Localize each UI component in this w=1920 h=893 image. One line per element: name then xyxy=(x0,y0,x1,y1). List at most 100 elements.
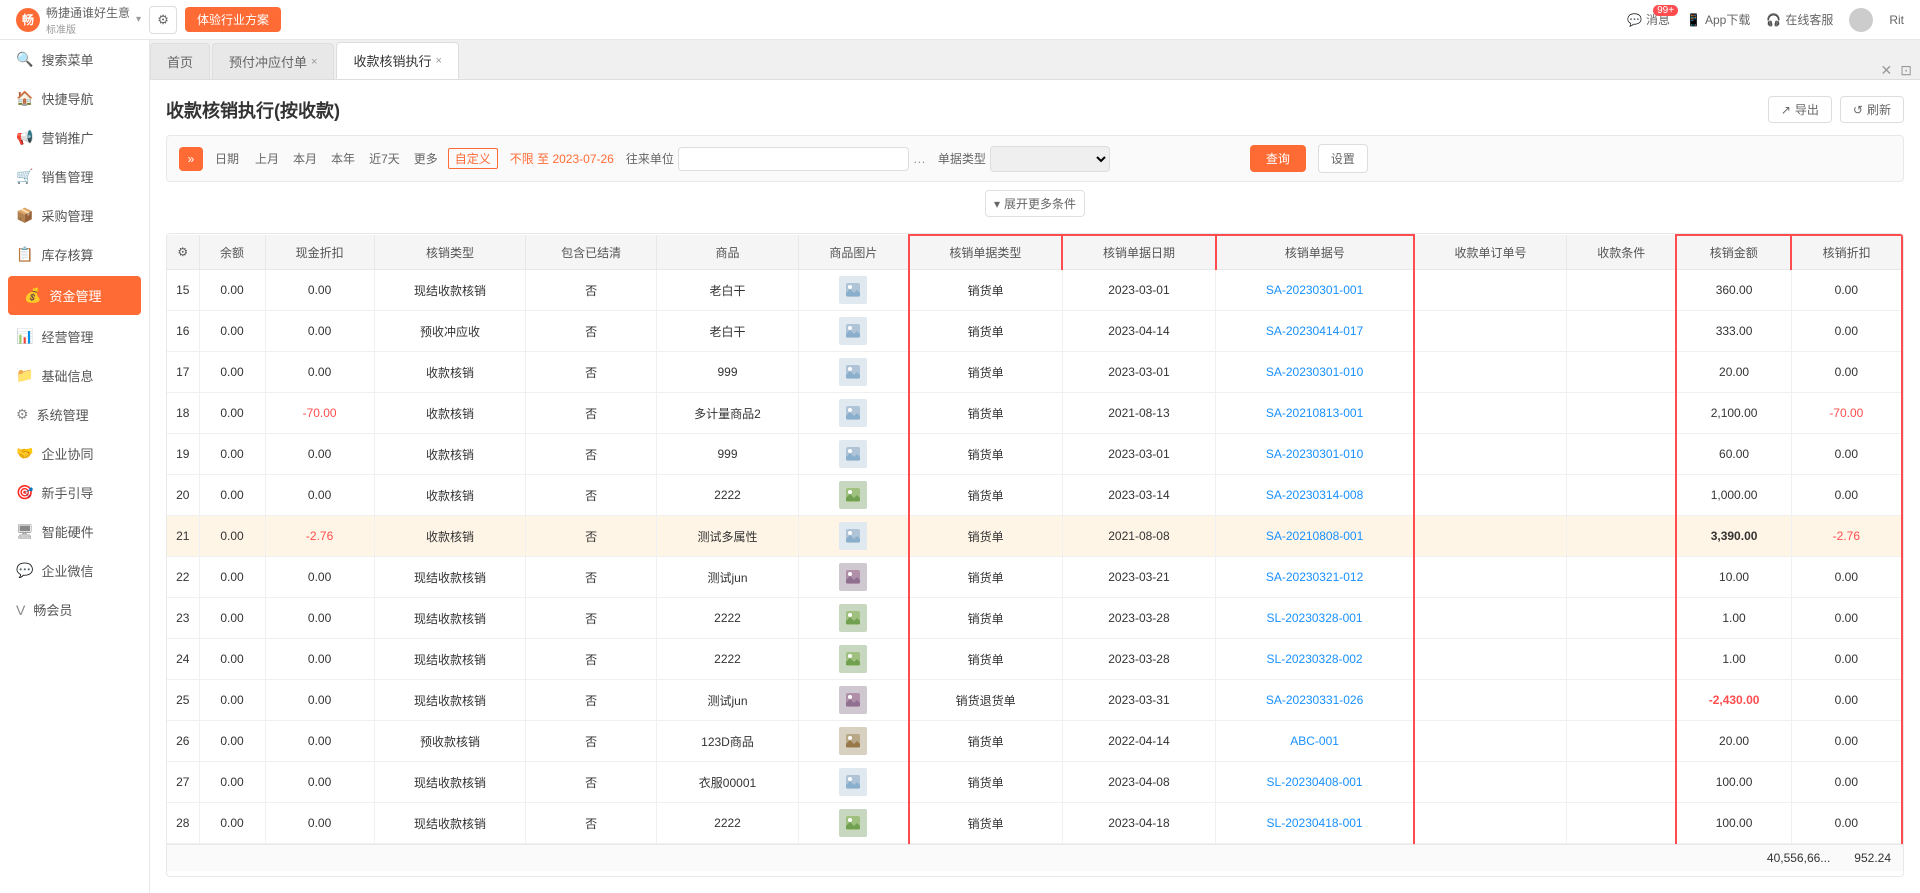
cell-bill-date: 2023-04-18 xyxy=(1062,803,1216,844)
table-row: 21 0.00 -2.76 收款核销 否 测试多属性 销货单 2021-08-0… xyxy=(167,516,1902,557)
cell-bill-no[interactable]: SA-20210813-001 xyxy=(1216,393,1414,434)
sidebar-item-finance[interactable]: 💰 资金管理 xyxy=(8,276,141,315)
cell-bill-no[interactable]: SA-20230321-012 xyxy=(1216,557,1414,598)
sidebar-item-purchase[interactable]: 📦 采购管理 xyxy=(0,196,149,235)
cell-bill-no[interactable]: SL-20230408-001 xyxy=(1216,762,1414,803)
cell-cash-discount: 0.00 xyxy=(265,352,374,393)
unit-input[interactable] xyxy=(678,147,909,171)
th-bill-no: 核销单据号 xyxy=(1216,235,1414,270)
close-window-icon[interactable]: ✕ xyxy=(1881,62,1893,79)
cell-cancel-discount: 0.00 xyxy=(1791,311,1902,352)
bill-no-link[interactable]: SL-20230328-002 xyxy=(1267,652,1363,666)
date-this-year[interactable]: 本年 xyxy=(327,148,359,169)
bill-no-link[interactable]: SA-20230301-010 xyxy=(1266,365,1363,379)
bill-no-link[interactable]: SL-20230408-001 xyxy=(1267,775,1363,789)
sidebar-item-operation[interactable]: 📊 经营管理 xyxy=(0,317,149,356)
top-bar-right: 💬 消息 99+ 📱 App下载 🎧 在线客服 Rit xyxy=(1627,8,1904,32)
bill-no-link[interactable]: SA-20230301-010 xyxy=(1266,447,1363,461)
tab-prepay[interactable]: 预付冲应付单 × xyxy=(212,43,334,79)
expand-more-button[interactable]: ▾ 展开更多条件 xyxy=(985,190,1085,217)
cell-bill-no[interactable]: SA-20230314-008 xyxy=(1216,475,1414,516)
sidebar-item-wechat[interactable]: 💬 企业微信 xyxy=(0,551,149,590)
tab-prepay-close[interactable]: × xyxy=(311,56,317,68)
cell-bill-no[interactable]: SL-20230328-002 xyxy=(1216,639,1414,680)
unit-ellipsis-button[interactable]: … xyxy=(913,151,926,166)
cell-bill-no[interactable]: SA-20230301-010 xyxy=(1216,352,1414,393)
bill-no-link[interactable]: SA-20230314-008 xyxy=(1266,488,1363,502)
wechat-icon: 💬 xyxy=(16,562,33,579)
date-custom-button[interactable]: 自定义 xyxy=(448,148,498,169)
bill-no-link[interactable]: SL-20230328-001 xyxy=(1267,611,1363,625)
cell-goods-img xyxy=(799,762,909,803)
table-row: 26 0.00 0.00 预收款核销 否 123D商品 销货单 2022-04-… xyxy=(167,721,1902,762)
bill-no-link[interactable]: ABC-001 xyxy=(1290,734,1339,748)
app-icon: 📱 xyxy=(1686,13,1701,27)
sidebar-item-hardware[interactable]: 🖥 智能硬件 xyxy=(0,512,149,551)
sidebar-item-basic[interactable]: 📁 基础信息 xyxy=(0,356,149,395)
tab-receipt-cancel[interactable]: 收款核销执行 × xyxy=(336,42,458,79)
cell-bill-no[interactable]: SA-20230331-026 xyxy=(1216,680,1414,721)
bill-no-link[interactable]: SA-20210808-001 xyxy=(1266,529,1363,543)
sidebar-item-inventory[interactable]: 📋 库存核算 xyxy=(0,235,149,274)
message-button[interactable]: 💬 消息 99+ xyxy=(1627,11,1670,28)
bill-no-link[interactable]: SA-20210813-001 xyxy=(1266,406,1363,420)
bill-no-link[interactable]: SA-20230414-017 xyxy=(1266,324,1363,338)
type-select[interactable] xyxy=(990,146,1110,172)
cell-cancel-type: 现结收款核销 xyxy=(374,680,526,721)
refresh-button[interactable]: ↺ 刷新 xyxy=(1840,96,1904,123)
cell-receipt-order-no xyxy=(1414,311,1567,352)
app-download-button[interactable]: 📱 App下载 xyxy=(1686,11,1750,28)
filter-toggle-button[interactable]: » xyxy=(179,147,203,171)
sidebar-item-system[interactable]: ⚙ 系统管理 xyxy=(0,395,149,434)
brand-dropdown-icon[interactable]: ▾ xyxy=(136,14,141,25)
page-title: 收款核销执行(按收款) xyxy=(166,97,340,123)
tab-home[interactable]: 首页 xyxy=(150,43,210,79)
online-service-button[interactable]: 🎧 在线客服 xyxy=(1766,11,1833,28)
setting-button[interactable]: 设置 xyxy=(1318,144,1368,173)
user-avatar[interactable] xyxy=(1849,8,1873,32)
cell-bill-no[interactable]: SA-20230301-010 xyxy=(1216,434,1414,475)
sidebar-item-vip[interactable]: V 畅会员 xyxy=(0,590,149,629)
bill-no-link[interactable]: SA-20230321-012 xyxy=(1266,570,1363,584)
bill-no-link[interactable]: SA-20230331-026 xyxy=(1266,693,1363,707)
cell-bill-no[interactable]: SA-20230414-017 xyxy=(1216,311,1414,352)
industry-button[interactable]: 体验行业方案 xyxy=(185,7,281,32)
purchase-icon: 📦 xyxy=(16,207,33,224)
gear-button[interactable]: ⚙ xyxy=(149,6,177,34)
cell-bill-no[interactable]: SL-20230418-001 xyxy=(1216,803,1414,844)
sidebar-item-sales[interactable]: 🛒 销售管理 xyxy=(0,157,149,196)
date-last-7-days[interactable]: 近7天 xyxy=(365,148,404,169)
goods-image xyxy=(839,358,867,386)
cell-bill-type: 销货单 xyxy=(909,475,1063,516)
cell-bill-no[interactable]: SA-20230301-001 xyxy=(1216,270,1414,311)
maximize-window-icon[interactable]: ⊡ xyxy=(1900,62,1912,79)
sidebar-item-search[interactable]: 🔍 搜索菜单 xyxy=(0,40,149,79)
th-settings[interactable]: ⚙ xyxy=(167,235,199,270)
table-row: 27 0.00 0.00 现结收款核销 否 衣服00001 销货单 2023-0… xyxy=(167,762,1902,803)
export-button[interactable]: ↗ 导出 xyxy=(1768,96,1832,123)
date-this-month[interactable]: 本月 xyxy=(289,148,321,169)
cell-cash-discount: 0.00 xyxy=(265,762,374,803)
cell-index: 25 xyxy=(167,680,199,721)
query-button[interactable]: 查询 xyxy=(1250,145,1306,172)
cell-bill-no[interactable]: SA-20210808-001 xyxy=(1216,516,1414,557)
cell-goods: 2222 xyxy=(656,475,798,516)
tab-receipt-cancel-close[interactable]: × xyxy=(435,55,441,67)
cell-bill-no[interactable]: SL-20230328-001 xyxy=(1216,598,1414,639)
cell-bill-type: 销货单 xyxy=(909,803,1063,844)
sidebar-item-corp[interactable]: 🤝 企业协同 xyxy=(0,434,149,473)
bill-no-link[interactable]: SL-20230418-001 xyxy=(1267,816,1363,830)
cell-cash-discount: 0.00 xyxy=(265,557,374,598)
date-more[interactable]: 更多 xyxy=(410,148,442,169)
cell-goods: 2222 xyxy=(656,803,798,844)
sidebar-label-vip: 畅会员 xyxy=(33,600,72,619)
bill-no-link[interactable]: SA-20230301-001 xyxy=(1266,283,1363,297)
cell-include-settled: 否 xyxy=(526,598,656,639)
cell-bill-no[interactable]: ABC-001 xyxy=(1216,721,1414,762)
sidebar-item-quicknav[interactable]: 🏠 快捷导航 xyxy=(0,79,149,118)
data-table-container[interactable]: ⚙ 余额 现金折扣 核销类型 包含已结清 商品 商品图片 核销单据类型 核销单据… xyxy=(166,233,1904,877)
date-last-month[interactable]: 上月 xyxy=(251,148,283,169)
sidebar-item-guide[interactable]: 🎯 新手引导 xyxy=(0,473,149,512)
sidebar-item-marketing[interactable]: 📢 营销推广 xyxy=(0,118,149,157)
column-settings-icon[interactable]: ⚙ xyxy=(177,245,188,259)
